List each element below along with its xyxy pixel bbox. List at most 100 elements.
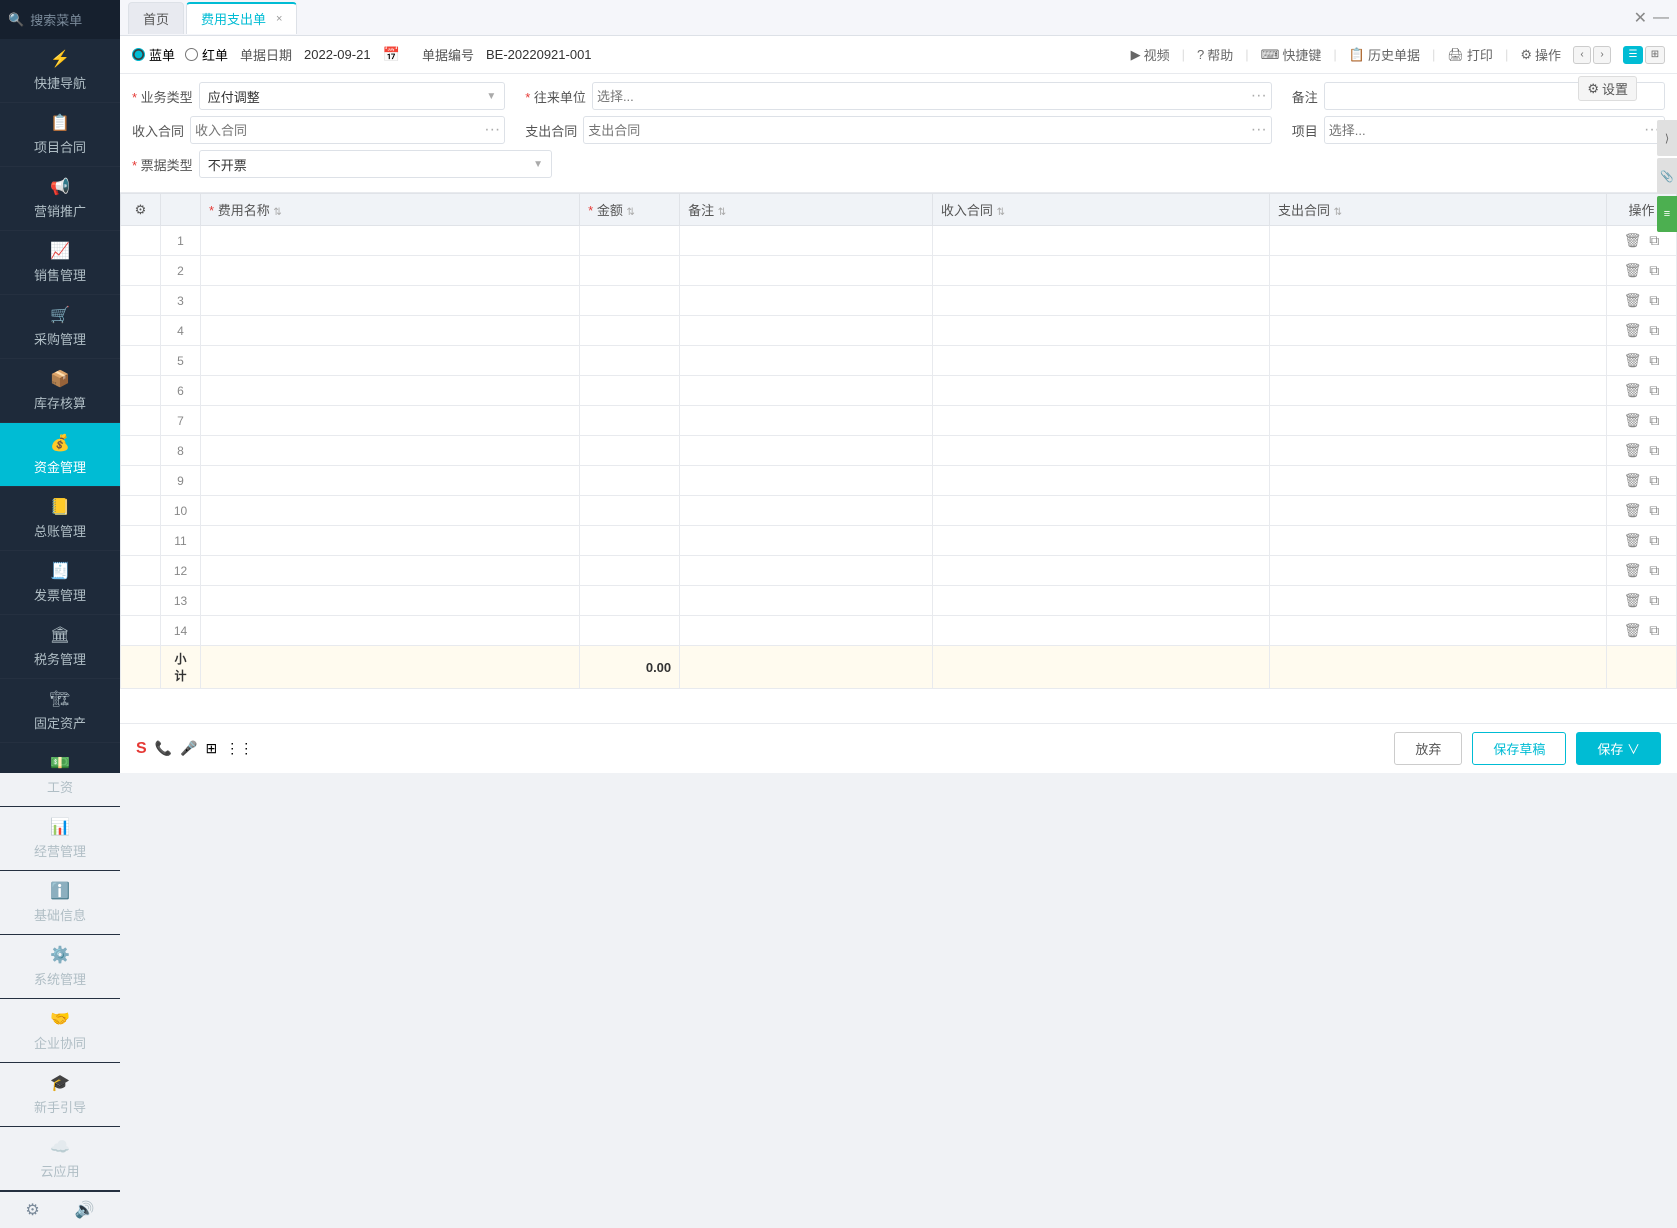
- row-remark-9[interactable]: [680, 466, 933, 496]
- calendar-icon[interactable]: 📅: [383, 46, 400, 63]
- footer-icon-mic[interactable]: 🎤: [180, 740, 197, 757]
- row-copy-13[interactable]: ⧉: [1647, 590, 1661, 611]
- row-name-2[interactable]: [201, 256, 580, 286]
- row-remark-8[interactable]: [680, 436, 933, 466]
- row-expense-3[interactable]: [1269, 286, 1606, 316]
- row-expense-2[interactable]: [1269, 256, 1606, 286]
- row-remark-7[interactable]: [680, 406, 933, 436]
- col-amount-header[interactable]: * 金额 ⇅: [580, 194, 680, 226]
- project-input[interactable]: ···: [1324, 116, 1665, 144]
- footer-icon-apps[interactable]: ⋮⋮: [225, 740, 253, 757]
- sidebar-item-cloud-apps[interactable]: ☁️云应用: [0, 1127, 120, 1191]
- row-delete-7[interactable]: 🗑: [1622, 410, 1644, 431]
- row-amount-3[interactable]: [580, 286, 680, 316]
- row-amount-1[interactable]: [580, 226, 680, 256]
- row-delete-4[interactable]: 🗑: [1622, 320, 1644, 341]
- row-name-1[interactable]: [201, 226, 580, 256]
- sidebar-item-payroll[interactable]: 💵工资: [0, 743, 120, 807]
- row-delete-11[interactable]: 🗑: [1622, 530, 1644, 551]
- row-name-6[interactable]: [201, 376, 580, 406]
- print-btn[interactable]: 🖨 打印: [1447, 45, 1493, 64]
- sort-icon-income[interactable]: ⇅: [997, 207, 1005, 218]
- view-list-btn[interactable]: ☰: [1623, 46, 1643, 64]
- row-copy-3[interactable]: ⧉: [1647, 290, 1661, 311]
- row-name-13[interactable]: [201, 586, 580, 616]
- expense-contract-ellipsis[interactable]: ···: [1251, 121, 1267, 139]
- row-expense-8[interactable]: [1269, 436, 1606, 466]
- row-name-9[interactable]: [201, 466, 580, 496]
- row-expense-12[interactable]: [1269, 556, 1606, 586]
- row-amount-7[interactable]: [580, 406, 680, 436]
- row-copy-7[interactable]: ⧉: [1647, 410, 1661, 431]
- income-contract-field[interactable]: [195, 123, 484, 138]
- sort-icon-expense[interactable]: ⇅: [1334, 207, 1342, 218]
- radio-blue-input[interactable]: [132, 48, 145, 61]
- row-income-8[interactable]: [932, 436, 1269, 466]
- row-copy-6[interactable]: ⧉: [1647, 380, 1661, 401]
- row-income-13[interactable]: [932, 586, 1269, 616]
- row-remark-12[interactable]: [680, 556, 933, 586]
- row-delete-2[interactable]: 🗑: [1622, 260, 1644, 281]
- project-input-field[interactable]: [1329, 123, 1644, 138]
- sidebar-item-tax[interactable]: 🏛税务管理: [0, 615, 120, 679]
- row-income-12[interactable]: [932, 556, 1269, 586]
- row-delete-1[interactable]: 🗑: [1622, 230, 1644, 251]
- row-remark-11[interactable]: [680, 526, 933, 556]
- row-income-14[interactable]: [932, 616, 1269, 646]
- row-amount-10[interactable]: [580, 496, 680, 526]
- view-grid-btn[interactable]: ⊞: [1645, 46, 1665, 64]
- sidebar-item-marketing[interactable]: 📢营销推广: [0, 167, 120, 231]
- sidebar-item-quick-nav[interactable]: ⚡快捷导航: [0, 39, 120, 103]
- invoice-type-select[interactable]: 不开票 ▼: [199, 150, 552, 178]
- edge-btn-3[interactable]: ≡: [1657, 196, 1677, 232]
- row-expense-6[interactable]: [1269, 376, 1606, 406]
- row-income-3[interactable]: [932, 286, 1269, 316]
- help-btn[interactable]: ? 帮助: [1197, 45, 1233, 64]
- radio-blue[interactable]: 蓝单: [132, 45, 175, 64]
- sidebar-item-funds[interactable]: 💰资金管理: [0, 423, 120, 487]
- radio-red[interactable]: 红单: [185, 45, 228, 64]
- sort-icon-amount[interactable]: ⇅: [626, 207, 634, 218]
- row-copy-2[interactable]: ⧉: [1647, 260, 1661, 281]
- row-delete-3[interactable]: 🗑: [1622, 290, 1644, 311]
- row-delete-9[interactable]: 🗑: [1622, 470, 1644, 491]
- row-name-11[interactable]: [201, 526, 580, 556]
- row-income-6[interactable]: [932, 376, 1269, 406]
- income-contract-ellipsis[interactable]: ···: [484, 121, 500, 139]
- row-name-7[interactable]: [201, 406, 580, 436]
- row-delete-10[interactable]: 🗑: [1622, 500, 1644, 521]
- row-delete-13[interactable]: 🗑: [1622, 590, 1644, 611]
- row-remark-10[interactable]: [680, 496, 933, 526]
- sidebar-item-invoice[interactable]: 🧾发票管理: [0, 551, 120, 615]
- row-expense-4[interactable]: [1269, 316, 1606, 346]
- discard-button[interactable]: 放弃: [1394, 732, 1462, 765]
- expense-contract-input[interactable]: ···: [583, 116, 1271, 144]
- save-button[interactable]: 保存 ∨: [1576, 732, 1661, 765]
- sidebar-item-fixed-assets[interactable]: 🏗固定资产: [0, 679, 120, 743]
- gear-icon-btn[interactable]: ⚙: [135, 202, 147, 217]
- settings-icon[interactable]: ⚙: [25, 1200, 39, 1220]
- row-expense-13[interactable]: [1269, 586, 1606, 616]
- video-btn[interactable]: ▶ 视频: [1131, 45, 1170, 64]
- ops-btn[interactable]: ⚙ 操作: [1520, 45, 1561, 64]
- row-remark-13[interactable]: [680, 586, 933, 616]
- row-remark-14[interactable]: [680, 616, 933, 646]
- row-delete-14[interactable]: 🗑: [1622, 620, 1644, 641]
- sidebar-item-sales[interactable]: 📈销售管理: [0, 231, 120, 295]
- row-name-5[interactable]: [201, 346, 580, 376]
- sidebar-item-procurement[interactable]: 🛒采购管理: [0, 295, 120, 359]
- business-type-select[interactable]: 应付调整 ▼: [199, 82, 506, 110]
- row-amount-8[interactable]: [580, 436, 680, 466]
- row-remark-6[interactable]: [680, 376, 933, 406]
- row-income-5[interactable]: [932, 346, 1269, 376]
- row-copy-5[interactable]: ⧉: [1647, 350, 1661, 371]
- row-expense-9[interactable]: [1269, 466, 1606, 496]
- row-income-2[interactable]: [932, 256, 1269, 286]
- row-remark-5[interactable]: [680, 346, 933, 376]
- row-expense-5[interactable]: [1269, 346, 1606, 376]
- tab-expense[interactable]: 费用支出单 ×: [186, 2, 297, 34]
- row-income-10[interactable]: [932, 496, 1269, 526]
- row-remark-2[interactable]: [680, 256, 933, 286]
- row-copy-8[interactable]: ⧉: [1647, 440, 1661, 461]
- col-gear[interactable]: ⚙: [121, 194, 161, 226]
